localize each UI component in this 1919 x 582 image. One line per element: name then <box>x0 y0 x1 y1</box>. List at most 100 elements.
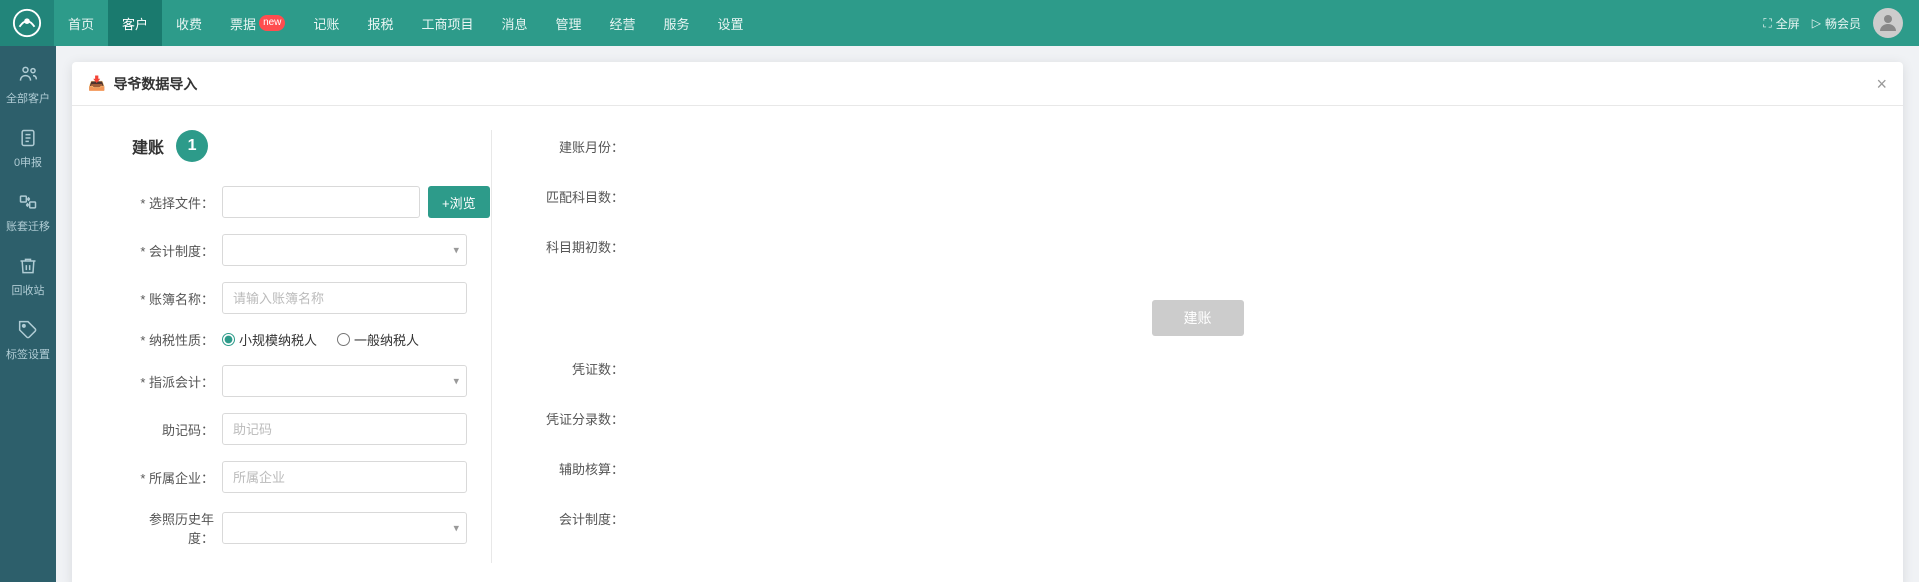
memo-code-label: 助记码： <box>132 420 222 439</box>
nav-services[interactable]: 服务 <box>650 0 704 46</box>
history-year-row: 参照历史年度： ▾ <box>132 509 467 547</box>
transfer-icon <box>16 190 40 214</box>
history-year-label: 参照历史年度： <box>132 509 222 547</box>
fullscreen-icon: ⛶ <box>1763 16 1771 31</box>
sidebar-label-all-customers: 全部客户 <box>6 90 50 106</box>
content-area: 📥 导爷数据导入 × 建账 1 * 选择文件： <box>56 46 1919 582</box>
info-assist-calc-value <box>632 452 1863 484</box>
assign-accountant-row: * 指派会计： ▾ <box>132 365 467 397</box>
sidebar-item-all-customers[interactable]: 全部客户 <box>0 54 56 114</box>
accounting-system-row: * 会计制度： ▾ <box>132 234 467 266</box>
play-icon: ▷ <box>1812 16 1821 30</box>
main-layout: 全部客户 0申报 账套迁移 回收站 标签设置 <box>0 46 1919 582</box>
step-section: 建账 1 * 选择文件： +浏览 <box>72 130 492 563</box>
accounting-system-select-wrap: ▾ <box>222 234 467 266</box>
info-accounting-system-label: 会计制度： <box>532 509 632 528</box>
history-year-select[interactable] <box>222 512 467 544</box>
nav-items: 首页 客户 收费 票据 new 记账 报税 工商项目 消息 管理 经营 服务 设… <box>54 0 1763 46</box>
sidebar-label-declaration: 0申报 <box>14 154 42 170</box>
nav-customers[interactable]: 客户 <box>108 0 162 46</box>
tax-type-small-radio[interactable]: 小规模纳税人 <box>222 330 317 349</box>
ledger-name-row: * 账簿名称： <box>132 282 467 314</box>
tag-icon <box>16 318 40 342</box>
tax-type-radio-group: 小规模纳税人 一般纳税人 <box>222 330 467 349</box>
info-init-amount-row: 科目期初数： <box>532 230 1863 262</box>
fullscreen-button[interactable]: ⛶ 全屏 <box>1763 15 1799 32</box>
assign-accountant-label: * 指派会计： <box>132 372 222 391</box>
step-label: 建账 <box>132 134 164 158</box>
nav-settings[interactable]: 设置 <box>704 0 758 46</box>
company-label: * 所属企业： <box>132 468 222 487</box>
info-voucher-records-value <box>632 402 1863 434</box>
file-input[interactable] <box>222 186 420 218</box>
avatar[interactable] <box>1873 8 1903 38</box>
dialog-panel: 📥 导爷数据导入 × 建账 1 * 选择文件： <box>72 62 1903 582</box>
sidebar-item-declaration[interactable]: 0申报 <box>0 118 56 178</box>
company-row: * 所属企业： <box>132 461 467 493</box>
accounting-system-select[interactable] <box>222 234 467 266</box>
info-accounting-system-value <box>632 502 1863 534</box>
app-logo[interactable] <box>0 0 54 46</box>
tax-type-row: * 纳税性质： 小规模纳税人 一般纳税人 <box>132 330 467 349</box>
dialog-header: 📥 导爷数据导入 <box>72 62 1903 106</box>
sidebar-item-recycle[interactable]: 回收站 <box>0 246 56 306</box>
ledger-name-label: * 账簿名称： <box>132 289 222 308</box>
nav-fees[interactable]: 收费 <box>162 0 216 46</box>
tax-type-label: * 纳税性质： <box>132 330 222 349</box>
create-account-button[interactable]: 建账 <box>1152 300 1244 336</box>
info-voucher-records-row: 凭证分录数： <box>532 402 1863 434</box>
dialog-body: 建账 1 * 选择文件： +浏览 <box>72 106 1903 582</box>
info-match-subjects-row: 匹配科目数： <box>532 180 1863 212</box>
info-month-value <box>632 130 1863 162</box>
info-assist-calc-label: 辅助核算： <box>532 459 632 478</box>
users-icon <box>16 62 40 86</box>
info-section: 建账月份： 匹配科目数： 科目期初数： 建账 <box>492 130 1903 563</box>
info-voucher-value <box>632 352 1863 384</box>
info-voucher-records-label: 凭证分录数： <box>532 409 632 428</box>
sidebar-label-tags: 标签设置 <box>6 346 50 362</box>
memo-code-row: 助记码： <box>132 413 467 445</box>
browse-button[interactable]: +浏览 <box>428 186 490 218</box>
nav-invoices[interactable]: 票据 new <box>216 0 299 46</box>
file-label: * 选择文件： <box>132 193 222 212</box>
accounting-system-label: * 会计制度： <box>132 241 222 260</box>
sidebar-label-recycle: 回收站 <box>12 282 45 298</box>
company-input[interactable] <box>222 461 467 493</box>
info-month-label: 建账月份： <box>532 137 632 156</box>
nav-bookkeeping[interactable]: 记账 <box>299 0 353 46</box>
top-nav: 首页 客户 收费 票据 new 记账 报税 工商项目 消息 管理 经营 服务 设… <box>0 0 1919 46</box>
sidebar-item-tags[interactable]: 标签设置 <box>0 310 56 370</box>
info-init-amount-value <box>632 230 1863 262</box>
tax-type-general-radio[interactable]: 一般纳税人 <box>337 330 419 349</box>
info-assist-calc-row: 辅助核算： <box>532 452 1863 484</box>
file-form-row: * 选择文件： +浏览 <box>132 186 467 218</box>
nav-messages[interactable]: 消息 <box>487 0 541 46</box>
file-input-group: +浏览 <box>222 186 490 218</box>
file-icon <box>16 126 40 150</box>
info-match-subjects-label: 匹配科目数： <box>532 187 632 206</box>
nav-tax[interactable]: 报税 <box>353 0 407 46</box>
vip-button[interactable]: ▷ 畅会员 <box>1812 15 1861 32</box>
memo-code-input[interactable] <box>222 413 467 445</box>
info-voucher-label: 凭证数： <box>532 359 632 378</box>
assign-accountant-select[interactable] <box>222 365 467 397</box>
nav-operations[interactable]: 经营 <box>596 0 650 46</box>
create-button-wrap: 建账 <box>532 280 1863 336</box>
dialog-title: 导爷数据导入 <box>113 74 197 94</box>
sidebar: 全部客户 0申报 账套迁移 回收站 标签设置 <box>0 46 56 582</box>
history-year-select-wrap: ▾ <box>222 512 467 544</box>
info-voucher-row: 凭证数： <box>532 352 1863 384</box>
trash-icon <box>16 254 40 278</box>
sidebar-item-migration[interactable]: 账套迁移 <box>0 182 56 242</box>
sidebar-label-migration: 账套迁移 <box>6 218 50 234</box>
nav-home[interactable]: 首页 <box>54 0 108 46</box>
import-icon: 📥 <box>88 75 105 92</box>
ledger-name-input[interactable] <box>222 282 467 314</box>
nav-management[interactable]: 管理 <box>541 0 595 46</box>
info-init-amount-label: 科目期初数： <box>532 237 632 256</box>
step-number-circle: 1 <box>176 130 208 162</box>
info-accounting-system-row: 会计制度： <box>532 502 1863 534</box>
assign-accountant-select-wrap: ▾ <box>222 365 467 397</box>
dialog-close-button[interactable]: × <box>1876 74 1887 95</box>
nav-business[interactable]: 工商项目 <box>407 0 487 46</box>
